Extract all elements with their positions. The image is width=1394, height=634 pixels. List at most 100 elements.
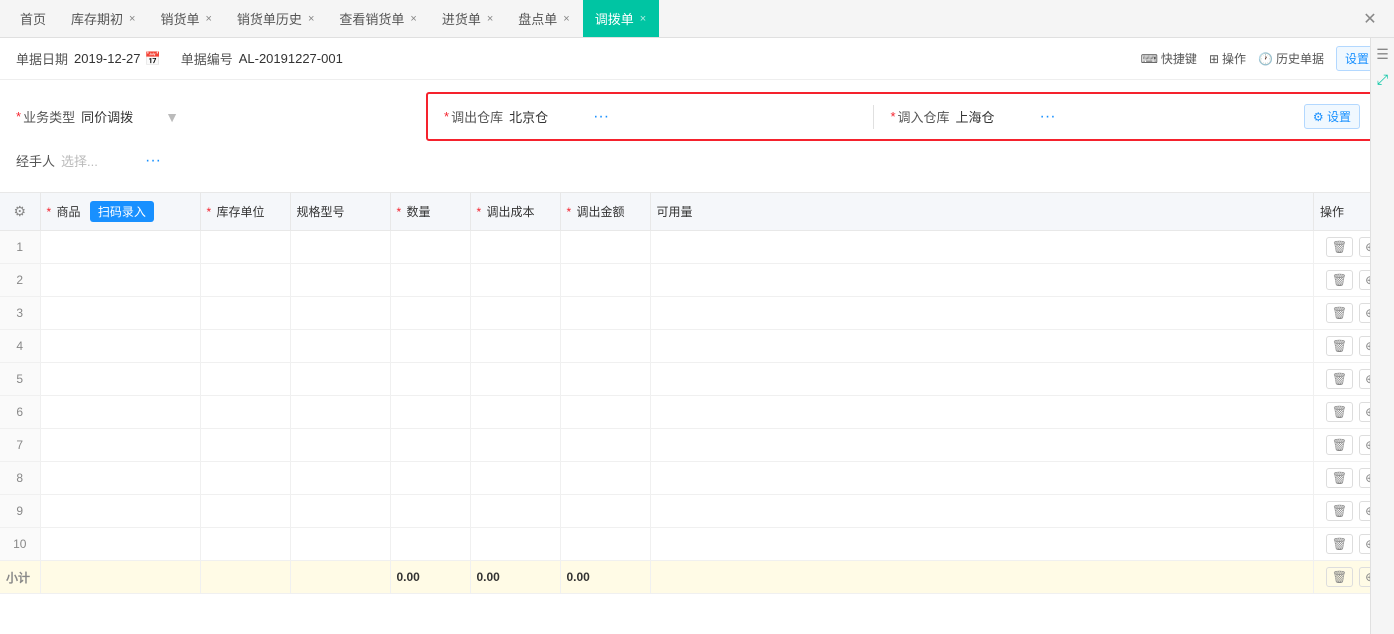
history-button[interactable]: 🕐 历史单据 [1258, 50, 1324, 67]
tab-close-icon[interactable]: × [308, 13, 314, 25]
expand-icon[interactable]: ⤢ [1377, 71, 1388, 88]
tab-stocktake[interactable]: 盘点单 × [506, 0, 582, 37]
operations-button[interactable]: ⊞ 操作 [1209, 50, 1246, 67]
cell-spec [290, 396, 390, 429]
delete-row-button[interactable]: 🗑 [1326, 501, 1353, 521]
tab-close-icon[interactable]: × [205, 13, 211, 25]
cell-cost[interactable] [470, 495, 560, 528]
delete-row-button[interactable]: 🗑 [1326, 567, 1353, 587]
cell-product[interactable] [40, 363, 200, 396]
cell-amount[interactable] [560, 495, 650, 528]
cell-qty[interactable] [390, 363, 470, 396]
tab-close-icon[interactable]: × [129, 13, 135, 25]
table-row[interactable]: 2 🗑 ⊕ [0, 264, 1394, 297]
tab-close-icon[interactable]: × [410, 13, 416, 25]
table-row[interactable]: 10 🗑 ⊕ [0, 528, 1394, 561]
table-row[interactable]: 6 🗑 ⊕ [0, 396, 1394, 429]
cell-amount[interactable] [560, 528, 650, 561]
cell-qty[interactable] [390, 330, 470, 363]
out-warehouse-more[interactable]: ··· [593, 108, 609, 126]
delete-row-button[interactable]: 🗑 [1326, 336, 1353, 356]
gear-icon[interactable]: ⚙ [13, 203, 26, 219]
in-warehouse-more[interactable]: ··· [1040, 108, 1056, 126]
row-no: 3 [0, 297, 40, 330]
table-row[interactable]: 小计 0.00 0.00 0.00 🗑 ⊕ [0, 561, 1394, 594]
tab-view-sales[interactable]: 查看销货单 × [327, 0, 429, 37]
handler-more[interactable]: ··· [145, 152, 161, 170]
delete-row-button[interactable]: 🗑 [1326, 402, 1353, 422]
cell-amount[interactable] [560, 429, 650, 462]
tab-inventory-init[interactable]: 库存期初 × [59, 0, 148, 37]
window-close-button[interactable]: ✕ [1354, 3, 1386, 35]
delete-row-button[interactable]: 🗑 [1326, 237, 1353, 257]
delete-row-button[interactable]: 🗑 [1326, 435, 1353, 455]
cell-qty[interactable] [390, 462, 470, 495]
delete-row-button[interactable]: 🗑 [1326, 303, 1353, 323]
cell-cost[interactable] [470, 231, 560, 264]
cell-product[interactable] [40, 264, 200, 297]
cell-product[interactable] [40, 561, 200, 594]
cell-cost[interactable] [470, 429, 560, 462]
cell-qty[interactable] [390, 429, 470, 462]
tab-close-icon[interactable]: × [487, 13, 493, 25]
scan-input-button[interactable]: 扫码录入 [90, 201, 154, 222]
cell-amount[interactable] [560, 330, 650, 363]
cell-amount[interactable] [560, 462, 650, 495]
cell-cost[interactable] [470, 363, 560, 396]
cell-product[interactable] [40, 330, 200, 363]
warehouse-settings-button[interactable]: ⚙ 设置 [1304, 104, 1360, 129]
delete-row-button[interactable]: 🗑 [1326, 468, 1353, 488]
cell-qty[interactable] [390, 297, 470, 330]
cell-cost[interactable] [470, 264, 560, 297]
list-icon[interactable]: ☰ [1376, 46, 1389, 63]
cell-cost[interactable] [470, 528, 560, 561]
table-row[interactable]: 9 🗑 ⊕ [0, 495, 1394, 528]
cell-qty[interactable] [390, 528, 470, 561]
cell-product[interactable] [40, 462, 200, 495]
tab-sales-order[interactable]: 销货单 × [148, 0, 224, 37]
cell-amount[interactable] [560, 264, 650, 297]
cell-qty[interactable] [390, 231, 470, 264]
table-row[interactable]: 3 🗑 ⊕ [0, 297, 1394, 330]
cell-cost[interactable] [470, 330, 560, 363]
docno-label: 单据编号 [181, 49, 233, 68]
table-row[interactable]: 5 🗑 ⊕ [0, 363, 1394, 396]
cell-avail [650, 462, 1314, 495]
cell-product[interactable] [40, 231, 200, 264]
cell-amount[interactable] [560, 396, 650, 429]
tab-close-icon[interactable]: × [640, 13, 646, 25]
table-row[interactable]: 4 🗑 ⊕ [0, 330, 1394, 363]
delete-row-button[interactable]: 🗑 [1326, 369, 1353, 389]
cell-product[interactable] [40, 528, 200, 561]
tab-close-icon[interactable]: × [563, 13, 569, 25]
cell-cost[interactable] [470, 297, 560, 330]
cell-product[interactable] [40, 495, 200, 528]
cell-qty: 0.00 [390, 561, 470, 594]
cell-qty[interactable] [390, 495, 470, 528]
business-type-label: 业务类型 [23, 107, 75, 126]
cell-cost[interactable] [470, 396, 560, 429]
cell-product[interactable] [40, 396, 200, 429]
cell-amount[interactable] [560, 363, 650, 396]
tab-transfer[interactable]: 调拨单 × [583, 0, 659, 37]
tab-home-label: 首页 [20, 9, 46, 28]
shortcuts-button[interactable]: ⌨ 快捷键 [1141, 50, 1197, 67]
cell-amount[interactable] [560, 231, 650, 264]
table-row[interactable]: 7 🗑 ⊕ [0, 429, 1394, 462]
table-row[interactable]: 8 🗑 ⊕ [0, 462, 1394, 495]
tab-purchase[interactable]: 进货单 × [430, 0, 506, 37]
cell-qty[interactable] [390, 396, 470, 429]
cell-amount[interactable] [560, 297, 650, 330]
cell-qty[interactable] [390, 264, 470, 297]
table-row[interactable]: 1 🗑 ⊕ [0, 231, 1394, 264]
calendar-icon[interactable]: 📅 [145, 51, 161, 67]
cell-cost[interactable] [470, 462, 560, 495]
tab-sales-history[interactable]: 销货单历史 × [225, 0, 327, 37]
delete-row-button[interactable]: 🗑 [1326, 270, 1353, 290]
delete-row-button[interactable]: 🗑 [1326, 534, 1353, 554]
cell-product[interactable] [40, 297, 200, 330]
cell-unit [200, 297, 290, 330]
business-type-dropdown[interactable]: ▼ [165, 109, 179, 125]
cell-product[interactable] [40, 429, 200, 462]
tab-home[interactable]: 首页 [8, 0, 59, 37]
